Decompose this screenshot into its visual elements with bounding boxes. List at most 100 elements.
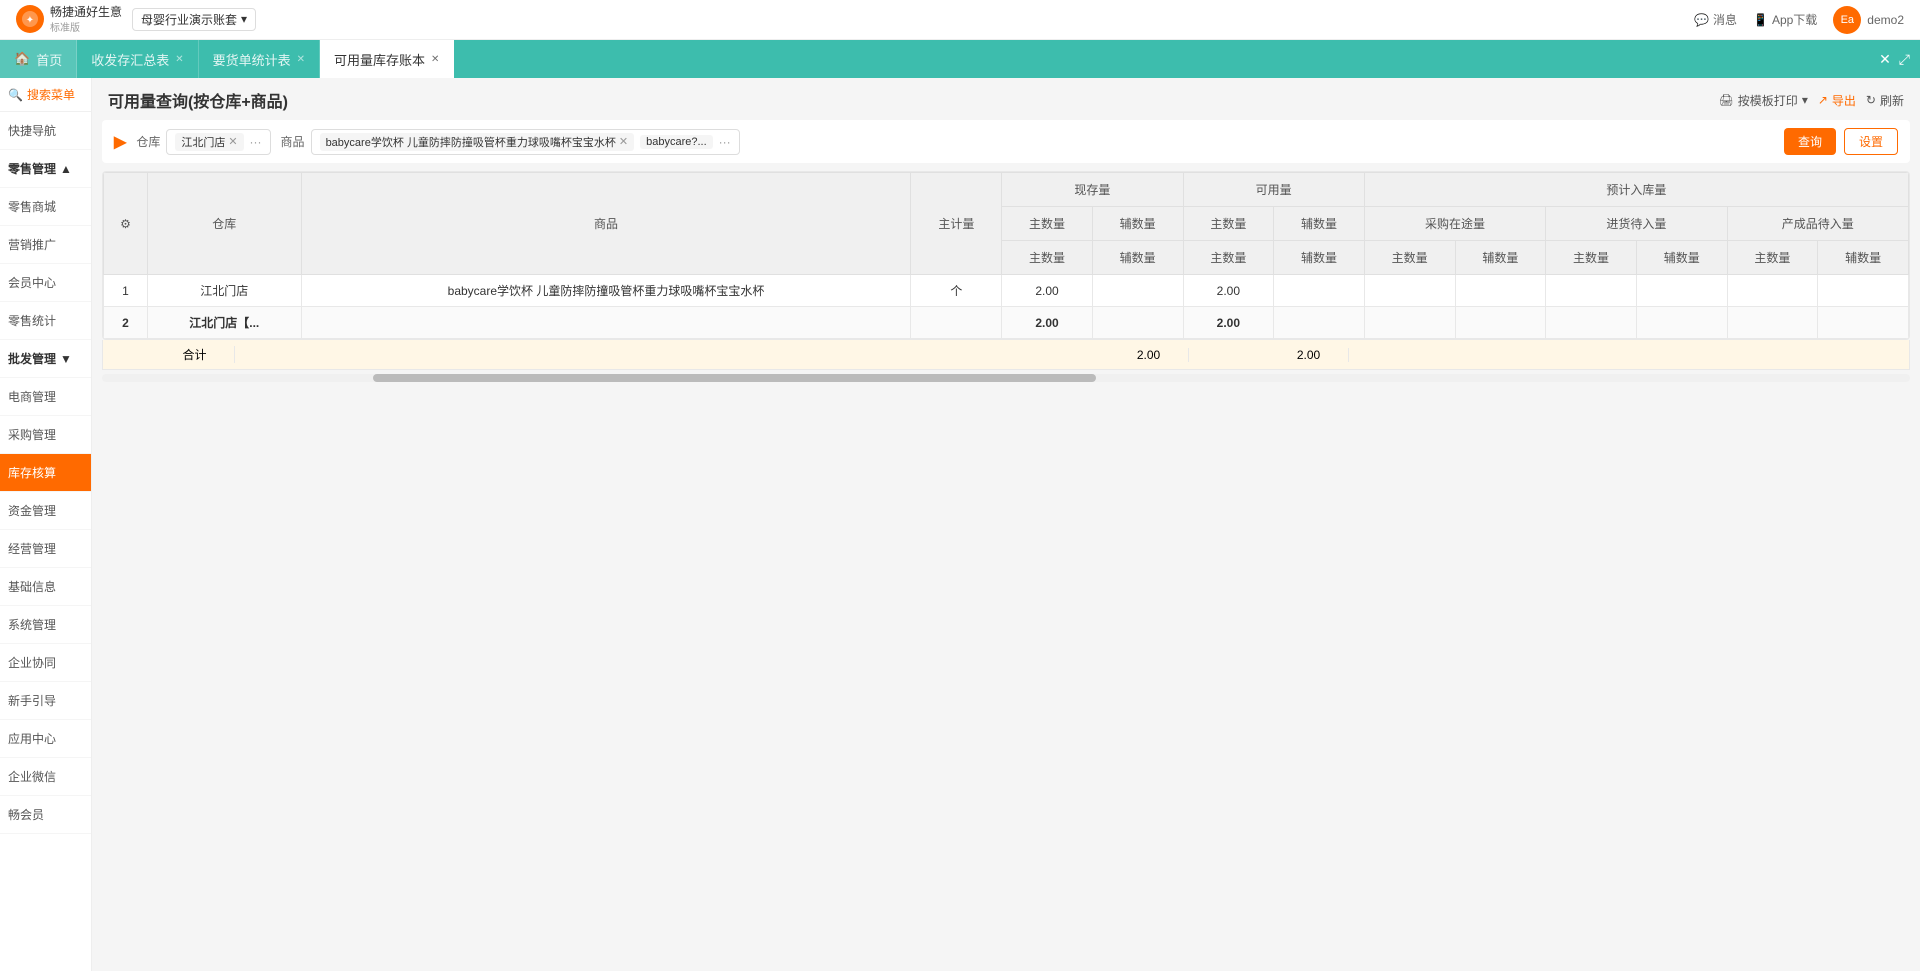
warehouse-ellipsis[interactable]: ··· — [250, 135, 262, 149]
th-warehouse: 仓库 — [147, 173, 301, 275]
td-product: babycare学饮杯 儿童防摔防撞吸管杯重力球吸嘴杯宝宝水杯 — [301, 275, 911, 307]
setting-button[interactable]: 设置 — [1844, 128, 1898, 155]
table-row: 1 江北门店 babycare学饮杯 儿童防摔防撞吸管杯重力球吸嘴杯宝宝水杯 个… — [104, 275, 1909, 307]
warehouse-tag: 江北门店 ✕ — [175, 133, 243, 151]
th-current-stock: 现存量 — [1002, 173, 1183, 207]
footer-total-label: 合计 — [155, 346, 235, 363]
warehouse-filter-group: 仓库 江北门店 ✕ ··· — [136, 129, 270, 155]
td-avail-aux — [1274, 275, 1365, 307]
close-icon[interactable]: ✕ — [175, 54, 183, 65]
td-pur-main — [1364, 307, 1455, 339]
product-filter-group: 商品 babycare学饮杯 儿童防摔防撞吸管杯重力球吸嘴杯宝宝水杯 ✕ bab… — [281, 129, 740, 155]
td-pur-aux — [1455, 307, 1546, 339]
nav-tabs-actions: ✕ ⤢ — [1869, 40, 1920, 78]
warehouse-input[interactable]: 江北门店 ✕ ··· — [166, 129, 270, 155]
sidebar: 🔍 搜索菜单 快捷导航 零售管理 ▲ 零售商城 营销推广 会员中心 零售统计 批… — [0, 78, 92, 971]
td-pur-aux — [1455, 275, 1546, 307]
logo-text: 畅捷通好生意 — [50, 5, 122, 19]
expand-icon: ▲ — [60, 162, 72, 176]
th-available: 可用量 — [1183, 173, 1364, 207]
td-index: 2 — [104, 307, 148, 339]
th-settings[interactable]: ⚙ — [104, 173, 148, 275]
sidebar-item-operation-mgmt[interactable]: 经营管理 — [0, 530, 91, 568]
export-btn[interactable]: ↗ 导出 — [1818, 92, 1856, 109]
th-i-aux: 辅数量 — [1636, 241, 1727, 275]
close-all-btn[interactable]: ✕ — [1879, 51, 1891, 68]
product-ellipsis[interactable]: ··· — [719, 135, 731, 149]
td-avail-main: 2.00 — [1183, 307, 1274, 339]
th-a-aux: 辅数量 — [1274, 241, 1365, 275]
td-prod-main — [1727, 307, 1818, 339]
sidebar-item-finance-mgmt[interactable]: 资金管理 — [0, 492, 91, 530]
warehouse-label: 仓库 — [136, 133, 160, 150]
svg-text:✦: ✦ — [26, 15, 34, 26]
td-prod-main — [1727, 275, 1818, 307]
th-a-main: 主数量 — [1183, 241, 1274, 275]
th-pp-main: 主数量 — [1727, 241, 1818, 275]
tab-available-stock[interactable]: 可用量库存账本 ✕ — [320, 40, 454, 78]
sidebar-item-quick-nav[interactable]: 快捷导航 — [0, 112, 91, 150]
print-btn[interactable]: 🖨 按模板打印 ▾ — [1719, 92, 1808, 109]
chevron-down-icon: ▾ — [241, 12, 247, 26]
sidebar-item-ecommerce-mgmt[interactable]: 电商管理 — [0, 378, 91, 416]
scroll-thumb[interactable] — [373, 374, 1096, 382]
close-icon[interactable]: ✕ — [297, 54, 305, 65]
sidebar-item-marketing[interactable]: 营销推广 — [0, 226, 91, 264]
table-footer: 合计 2.00 2.00 — [102, 340, 1910, 370]
sidebar-item-basic-info[interactable]: 基础信息 — [0, 568, 91, 606]
sidebar-search-btn[interactable]: 🔍 搜索菜单 — [0, 78, 91, 112]
sidebar-item-new-guide[interactable]: 新手引导 — [0, 682, 91, 720]
search-icon: 🔍 — [8, 88, 23, 102]
sidebar-item-app-center[interactable]: 应用中心 — [0, 720, 91, 758]
top-bar-right: 💬 消息 📱 App下载 Ea demo2 — [1694, 6, 1904, 34]
tenant-select[interactable]: 母婴行业演示账套 ▾ — [132, 8, 256, 31]
sidebar-item-pro-member[interactable]: 畅会员 — [0, 796, 91, 834]
download-icon: 📱 — [1753, 13, 1768, 27]
tab-receive-summary[interactable]: 收发存汇总表 ✕ — [77, 40, 198, 78]
sidebar-item-purchase-mgmt[interactable]: 采购管理 — [0, 416, 91, 454]
th-unit: 主计量 — [911, 173, 1002, 275]
remove-product-tag-1[interactable]: ✕ — [619, 135, 628, 148]
table-row: 2 江北门店【... 2.00 2.00 — [104, 307, 1909, 339]
sidebar-item-member-center[interactable]: 会员中心 — [0, 264, 91, 302]
user-area[interactable]: Ea demo2 — [1833, 6, 1904, 34]
th-stock-aux: 辅数量 — [1092, 207, 1183, 241]
sidebar-item-retail-mgmt[interactable]: 零售管理 ▲ — [0, 150, 91, 188]
remove-warehouse-tag[interactable]: ✕ — [228, 135, 237, 148]
app-download-btn[interactable]: 📱 App下载 — [1753, 11, 1817, 28]
sidebar-item-enterprise-wechat[interactable]: 企业微信 — [0, 758, 91, 796]
avatar: Ea — [1833, 6, 1861, 34]
td-pur-main — [1364, 275, 1455, 307]
product-tag-1: babycare学饮杯 儿童防摔防撞吸管杯重力球吸嘴杯宝宝水杯 ✕ — [320, 133, 635, 151]
horizontal-scrollbar[interactable] — [102, 374, 1910, 382]
filter-expand-btn[interactable]: ▶ — [114, 132, 126, 152]
td-stock-aux — [1092, 307, 1183, 339]
page-header: 可用量查询(按仓库+商品) 🖨 按模板打印 ▾ ↗ 导出 ↻ 刷新 — [92, 78, 1920, 120]
th-pp-aux: 辅数量 — [1818, 241, 1909, 275]
message-btn[interactable]: 💬 消息 — [1694, 11, 1737, 28]
th-forecast-in: 预计入库量 — [1364, 173, 1908, 207]
query-button[interactable]: 查询 — [1784, 128, 1836, 155]
close-icon[interactable]: ✕ — [431, 54, 439, 65]
sidebar-item-inventory-check[interactable]: 库存核算 — [0, 454, 91, 492]
sidebar-item-wholesale-mgmt[interactable]: 批发管理 ▼ — [0, 340, 91, 378]
tab-order-stats[interactable]: 要货单统计表 ✕ — [199, 40, 320, 78]
refresh-icon: ↻ — [1866, 93, 1876, 107]
fullscreen-btn[interactable]: ⤢ — [1899, 51, 1910, 68]
product-input[interactable]: babycare学饮杯 儿童防摔防撞吸管杯重力球吸嘴杯宝宝水杯 ✕ babyca… — [311, 129, 740, 155]
refresh-btn[interactable]: ↻ 刷新 — [1866, 92, 1904, 109]
table-container: ⚙ 仓库 商品 主计量 现存量 可用量 预计入库量 主数量 辅数量 主数量 辅数… — [102, 171, 1910, 340]
td-inb-main — [1546, 275, 1637, 307]
filter-actions: 查询 设置 — [1784, 128, 1898, 155]
td-avail-aux — [1274, 307, 1365, 339]
sidebar-item-system-mgmt[interactable]: 系统管理 — [0, 606, 91, 644]
logo-icon: ✦ — [16, 5, 44, 33]
td-index: 1 — [104, 275, 148, 307]
tab-home[interactable]: 🏠 首页 — [0, 40, 77, 78]
th-avail-aux: 辅数量 — [1274, 207, 1365, 241]
data-table: ⚙ 仓库 商品 主计量 现存量 可用量 预计入库量 主数量 辅数量 主数量 辅数… — [103, 172, 1909, 339]
sidebar-item-retail-mall[interactable]: 零售商城 — [0, 188, 91, 226]
sidebar-item-enterprise-collab[interactable]: 企业协同 — [0, 644, 91, 682]
th-product: 商品 — [301, 173, 911, 275]
sidebar-item-retail-stats[interactable]: 零售统计 — [0, 302, 91, 340]
